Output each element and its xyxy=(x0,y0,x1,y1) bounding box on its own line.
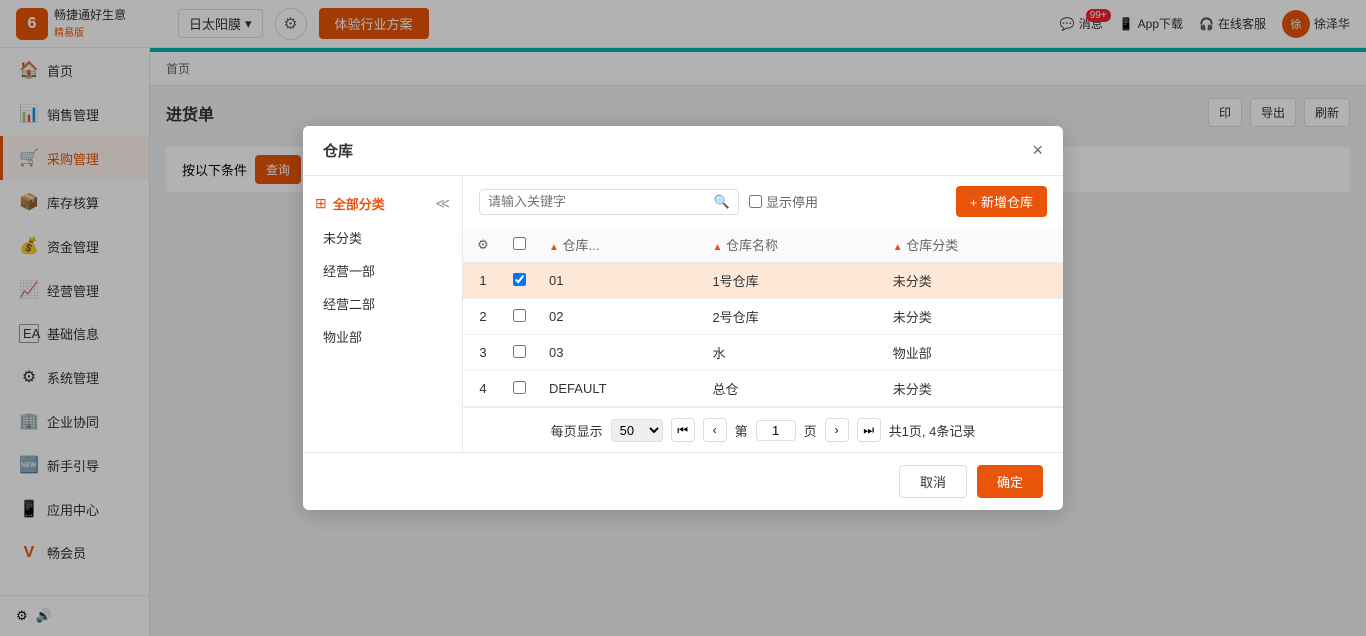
category-item-dept1[interactable]: 经营一部 xyxy=(303,254,462,287)
row-category: 未分类 xyxy=(883,263,1063,299)
modal-title: 仓库 xyxy=(323,140,353,161)
table-container: ⚙ ▲ 仓库... ▲ xyxy=(463,227,1063,407)
page-size-select[interactable]: 50 20 100 xyxy=(611,419,663,442)
code-col-header[interactable]: ▲ 仓库... xyxy=(539,227,702,263)
last-page-btn[interactable]: ⏭ xyxy=(857,418,881,442)
row-code: DEFAULT xyxy=(539,371,702,407)
name-col-header[interactable]: ▲ 仓库名称 xyxy=(702,227,882,263)
table-row[interactable]: 3 03 水 物业部 xyxy=(463,335,1063,371)
checkbox-col-header xyxy=(503,227,539,263)
category-col-header[interactable]: ▲ 仓库分类 xyxy=(883,227,1063,263)
row-name: 1号仓库 xyxy=(702,263,882,299)
category-item-dept2[interactable]: 经营二部 xyxy=(303,287,462,320)
page-size-label: 每页显示 xyxy=(551,421,603,440)
total-info: 共1页, 4条记录 xyxy=(889,421,976,440)
table-row[interactable]: 1 01 1号仓库 未分类 xyxy=(463,263,1063,299)
modal-body: ⊞ 全部分类 ≪ 未分类 经营一部 经营二部 物业部 🔍 xyxy=(303,176,1063,452)
category-item-property[interactable]: 物业部 xyxy=(303,320,462,353)
warehouse-modal: 仓库 × ⊞ 全部分类 ≪ 未分类 经营一部 经营二部 物业部 xyxy=(303,126,1063,510)
row-checkbox-cell xyxy=(503,335,539,371)
row-code: 01 xyxy=(539,263,702,299)
category-panel: ⊞ 全部分类 ≪ 未分类 经营一部 经营二部 物业部 xyxy=(303,176,463,452)
row-code: 02 xyxy=(539,299,702,335)
modal-overlay[interactable]: 仓库 × ⊞ 全部分类 ≪ 未分类 经营一部 经营二部 物业部 xyxy=(0,0,1366,636)
row-checkbox[interactable] xyxy=(513,309,526,322)
row-category: 未分类 xyxy=(883,371,1063,407)
table-toolbar: 🔍 显示停用 + 新增仓库 xyxy=(463,176,1063,227)
modal-footer: 取消 确定 xyxy=(303,452,1063,510)
category-item-unclassified[interactable]: 未分类 xyxy=(303,221,462,254)
new-warehouse-btn[interactable]: + 新增仓库 xyxy=(956,186,1047,217)
row-checkbox[interactable] xyxy=(513,273,526,286)
table-panel: 🔍 显示停用 + 新增仓库 ⚙ xyxy=(463,176,1063,452)
row-code: 03 xyxy=(539,335,702,371)
prev-page-btn[interactable]: ‹ xyxy=(703,418,727,442)
grid-icon: ⊞ xyxy=(315,195,327,212)
row-name: 总仓 xyxy=(702,371,882,407)
table-row[interactable]: 4 DEFAULT 总仓 未分类 xyxy=(463,371,1063,407)
row-num: 4 xyxy=(463,371,503,407)
search-input-wrap: 🔍 xyxy=(479,189,739,215)
row-num: 3 xyxy=(463,335,503,371)
pagination-bar: 每页显示 50 20 100 ⏮ ‹ 第 页 › ⏭ 共1页, 4条记录 xyxy=(463,407,1063,452)
modal-close-button[interactable]: × xyxy=(1032,140,1043,161)
row-checkbox-cell xyxy=(503,299,539,335)
cancel-button[interactable]: 取消 xyxy=(899,465,967,498)
settings-col-header: ⚙ xyxy=(463,227,503,263)
show-disabled-checkbox[interactable] xyxy=(749,195,762,208)
row-category: 未分类 xyxy=(883,299,1063,335)
table-header: ⚙ ▲ 仓库... ▲ xyxy=(463,227,1063,263)
confirm-button[interactable]: 确定 xyxy=(977,465,1043,498)
modal-header: 仓库 × xyxy=(303,126,1063,176)
row-name: 2号仓库 xyxy=(702,299,882,335)
first-page-btn[interactable]: ⏮ xyxy=(671,418,695,442)
row-checkbox[interactable] xyxy=(513,345,526,358)
show-disabled-label: 显示停用 xyxy=(766,192,818,211)
search-icon[interactable]: 🔍 xyxy=(714,194,730,210)
collapse-panel-btn[interactable]: ≪ xyxy=(435,195,450,212)
row-category: 物业部 xyxy=(883,335,1063,371)
col-settings-icon[interactable]: ⚙ xyxy=(477,237,489,252)
page-label: 页 xyxy=(804,421,817,440)
warehouse-table: ⚙ ▲ 仓库... ▲ xyxy=(463,227,1063,407)
category-title: 全部分类 xyxy=(333,194,385,213)
show-disabled-wrap: 显示停用 xyxy=(749,192,818,211)
sort-icon2: ▲ xyxy=(712,242,722,253)
row-name: 水 xyxy=(702,335,882,371)
sort-icon3: ▲ xyxy=(893,242,903,253)
page-number-input[interactable] xyxy=(756,420,796,441)
all-categories-btn[interactable]: ⊞ 全部分类 xyxy=(315,194,385,213)
search-input[interactable] xyxy=(488,194,714,209)
next-page-btn[interactable]: › xyxy=(825,418,849,442)
page-of-label: 第 xyxy=(735,421,748,440)
warehouse-tbody: 1 01 1号仓库 未分类 2 02 2号仓库 未分类 3 03 水 物业部 4 xyxy=(463,263,1063,407)
table-row[interactable]: 2 02 2号仓库 未分类 xyxy=(463,299,1063,335)
row-num: 1 xyxy=(463,263,503,299)
row-checkbox-cell xyxy=(503,371,539,407)
row-checkbox[interactable] xyxy=(513,381,526,394)
row-checkbox-cell xyxy=(503,263,539,299)
sort-icon: ▲ xyxy=(549,242,559,253)
row-num: 2 xyxy=(463,299,503,335)
category-header: ⊞ 全部分类 ≪ xyxy=(303,188,462,221)
select-all-checkbox[interactable] xyxy=(513,237,526,250)
